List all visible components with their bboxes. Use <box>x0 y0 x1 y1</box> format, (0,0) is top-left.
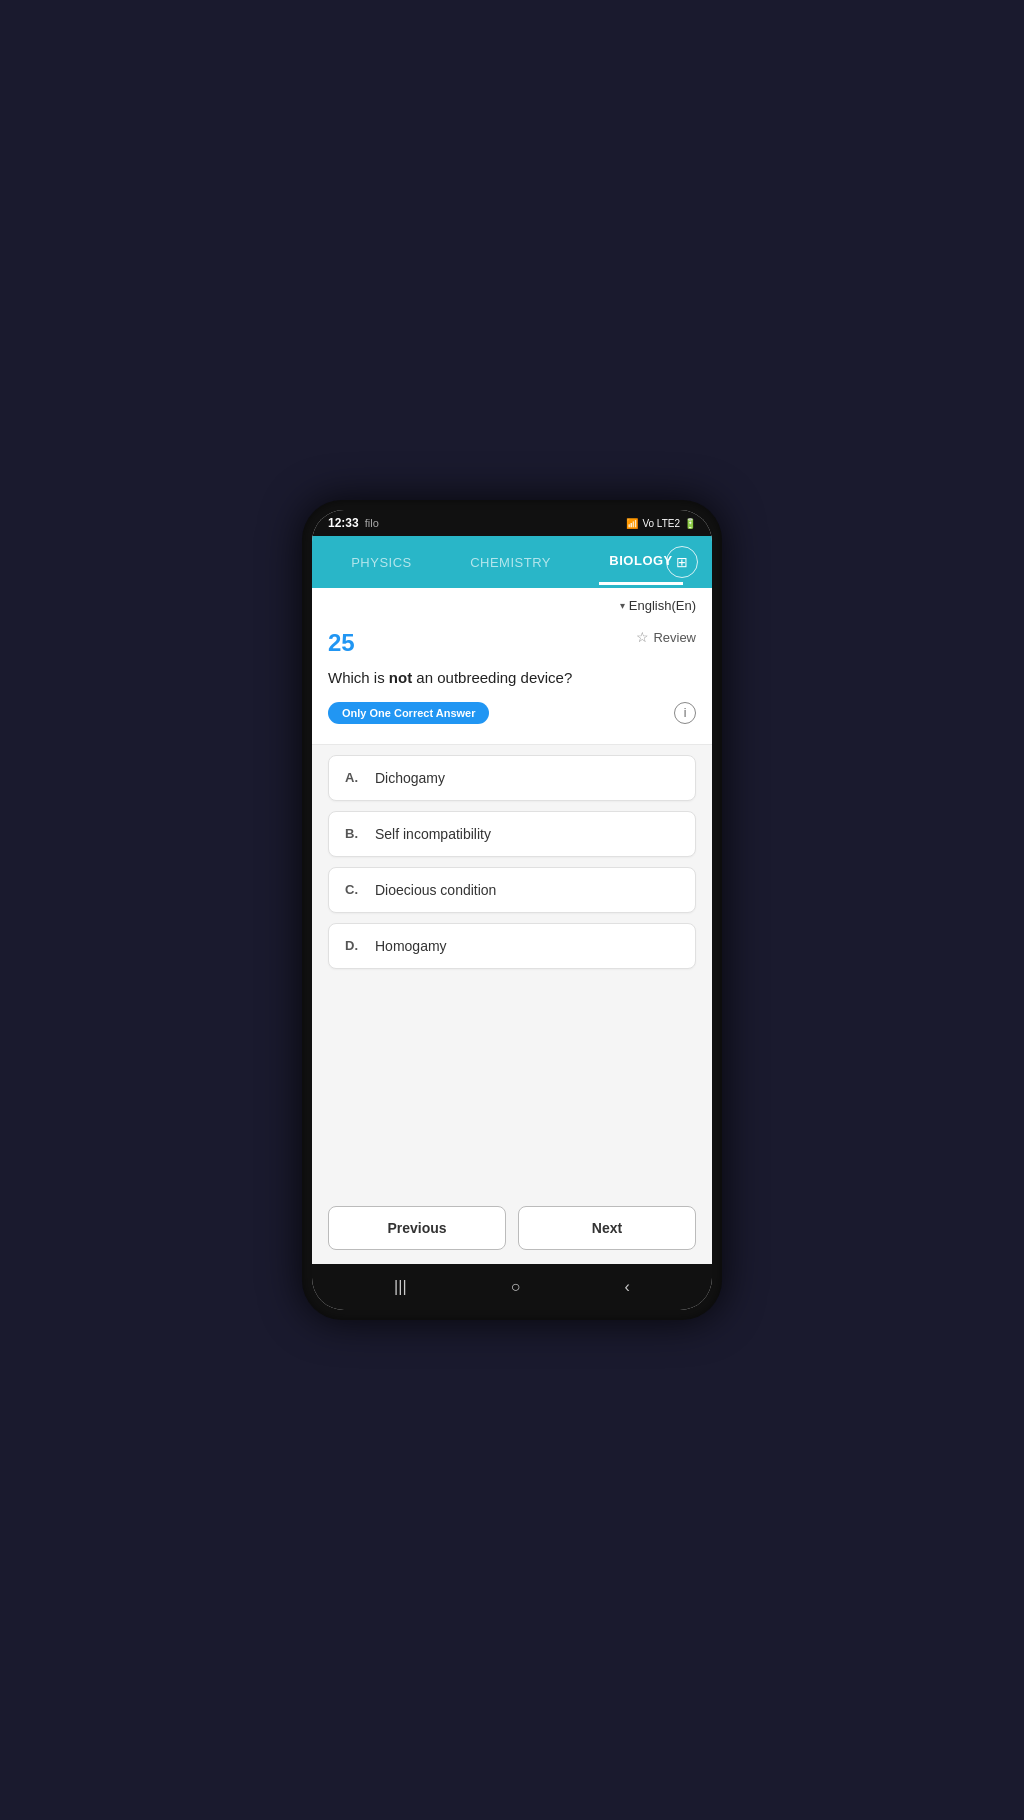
question-text: Which is not an outbreeding device? <box>328 667 696 690</box>
option-c-text: Dioecious condition <box>375 882 496 898</box>
status-time: 12:33 <box>328 516 359 530</box>
question-area: 25 ☆ Review Which is not an outbreeding … <box>312 617 712 745</box>
option-a[interactable]: A. Dichogamy <box>328 755 696 801</box>
option-a-text: Dichogamy <box>375 770 445 786</box>
battery-icon: 🔋 <box>684 518 696 529</box>
grid-icon: ⊞ <box>676 554 688 570</box>
info-icon: i <box>684 706 687 720</box>
info-icon-button[interactable]: i <box>674 702 696 724</box>
phone-device: 12:33 filo 📶 Vo LTE2 🔋 PHYSICS CHEMISTRY… <box>302 500 722 1320</box>
option-b-letter: B. <box>345 826 361 841</box>
android-nav-bar: ||| ○ ‹ <box>312 1264 712 1310</box>
language-bar: ▾ English(En) <box>312 588 712 617</box>
option-d-text: Homogamy <box>375 938 447 954</box>
review-button[interactable]: ☆ Review <box>636 629 696 645</box>
tab-chemistry[interactable]: CHEMISTRY <box>460 541 561 584</box>
phone-screen: 12:33 filo 📶 Vo LTE2 🔋 PHYSICS CHEMISTRY… <box>312 510 712 1310</box>
previous-button[interactable]: Previous <box>328 1206 506 1250</box>
nav-buttons: Previous Next <box>312 1192 712 1264</box>
option-d-letter: D. <box>345 938 361 953</box>
answer-badge-row: Only One Correct Answer i <box>328 702 696 724</box>
status-bar: 12:33 filo 📶 Vo LTE2 🔋 <box>312 510 712 536</box>
wifi-icon: 📶 <box>626 518 638 529</box>
android-home-button[interactable]: ○ <box>501 1274 531 1300</box>
status-left: 12:33 filo <box>328 516 379 530</box>
answer-type-badge[interactable]: Only One Correct Answer <box>328 702 489 724</box>
star-icon: ☆ <box>636 629 649 645</box>
grid-icon-button[interactable]: ⊞ <box>666 546 698 578</box>
signal-text: Vo LTE2 <box>642 518 680 529</box>
language-selector[interactable]: ▾ English(En) <box>620 598 696 613</box>
tab-bar: PHYSICS CHEMISTRY BIOLOGY ⊞ <box>312 536 712 588</box>
status-right: 📶 Vo LTE2 🔋 <box>626 518 696 529</box>
next-button[interactable]: Next <box>518 1206 696 1250</box>
question-text-after: an outbreeding device? <box>412 669 572 686</box>
content-area: ▾ English(En) 25 ☆ Review Which is not a… <box>312 588 712 1264</box>
question-text-before: Which is <box>328 669 389 686</box>
question-bold-word: not <box>389 669 412 686</box>
question-header: 25 ☆ Review <box>328 629 696 657</box>
options-area: A. Dichogamy B. Self incompatibility C. … <box>312 745 712 979</box>
android-menu-button[interactable]: ||| <box>384 1274 416 1300</box>
option-d[interactable]: D. Homogamy <box>328 923 696 969</box>
review-label: Review <box>653 630 696 645</box>
option-b[interactable]: B. Self incompatibility <box>328 811 696 857</box>
option-a-letter: A. <box>345 770 361 785</box>
option-b-text: Self incompatibility <box>375 826 491 842</box>
option-c[interactable]: C. Dioecious condition <box>328 867 696 913</box>
chevron-down-icon: ▾ <box>620 600 625 611</box>
android-back-button[interactable]: ‹ <box>615 1274 640 1300</box>
question-number: 25 <box>328 629 355 657</box>
language-label: English(En) <box>629 598 696 613</box>
status-app: filo <box>365 517 379 529</box>
tab-physics[interactable]: PHYSICS <box>341 541 422 584</box>
option-c-letter: C. <box>345 882 361 897</box>
